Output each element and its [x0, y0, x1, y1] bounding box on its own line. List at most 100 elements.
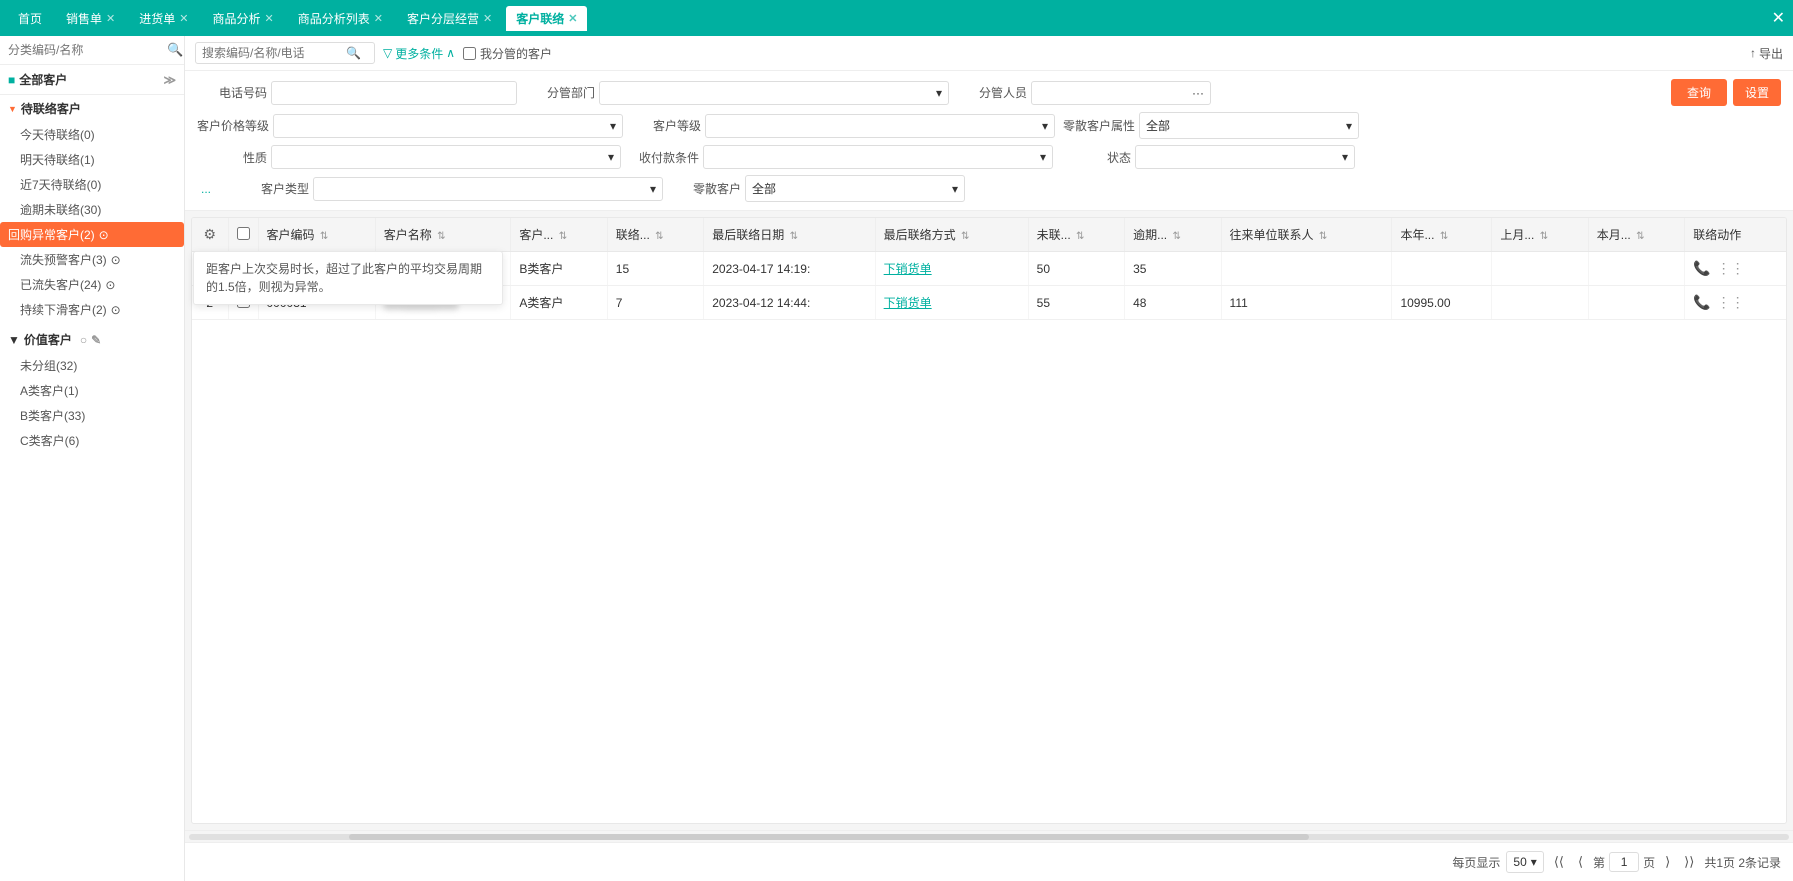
sidebar-pending-group-title[interactable]: ▼ 待联络客户	[0, 95, 184, 122]
search-input[interactable]	[202, 46, 342, 60]
nav-tab-customer-mgmt[interactable]: 客户分层经营 ✕	[397, 6, 502, 31]
filter-row-1: 电话号码 分管部门 分管人员 ···	[197, 79, 1781, 106]
page-first-btn[interactable]: ⟨⟨	[1550, 852, 1568, 872]
status-chevron-icon	[1342, 150, 1348, 164]
nav-tab-analysis-list[interactable]: 商品分析列表 ✕	[288, 6, 393, 31]
nav-tab-customer-mgmt-close[interactable]: ✕	[483, 12, 492, 25]
th-last-month-sort[interactable]: ⇅	[1540, 231, 1548, 242]
th-code-sort[interactable]: ⇅	[320, 231, 328, 242]
page-suffix: 页	[1643, 854, 1655, 871]
horizontal-scrollbar[interactable]	[185, 830, 1793, 842]
sidebar-item-today[interactable]: 今天待联络(0)	[0, 122, 184, 147]
sidebar-item-ungrouped[interactable]: 未分组(32)	[0, 353, 184, 378]
filter-customer-level-label: 客户等级	[631, 117, 701, 134]
nav-tab-analysis-close[interactable]: ✕	[265, 12, 274, 25]
select-all-checkbox[interactable]	[237, 227, 250, 240]
table-settings-icon[interactable]: ⚙	[203, 226, 216, 242]
th-type-label: 客户...	[519, 228, 553, 242]
sidebar-item-repurchase[interactable]: 回购异常客户(2) ⊙	[0, 222, 184, 247]
sidebar-value-edit-icon[interactable]: ○	[80, 333, 87, 347]
filter-retail-attr-select[interactable]: 全部	[1139, 112, 1359, 139]
scrollbar-thumb[interactable]	[349, 834, 1309, 840]
sidebar-item-class-b[interactable]: B类客户(33)	[0, 403, 184, 428]
sidebar-item-loss-warning[interactable]: 流失预警客户(3) ⊙	[0, 247, 184, 272]
sidebar-search-icon[interactable]: 🔍	[167, 42, 183, 58]
sidebar-collapse-icon[interactable]: ≫	[163, 73, 176, 87]
filter-retail-customer-select[interactable]: 全部	[745, 175, 965, 202]
filter-customer-level-select[interactable]	[705, 114, 1055, 138]
action-call-icon-1[interactable]: 📞	[1693, 260, 1710, 277]
th-last-method: 最后联络方式 ⇅	[875, 218, 1028, 252]
cell-last-method-1-link[interactable]: 下销货单	[884, 262, 932, 276]
th-this-month-sort[interactable]: ⇅	[1636, 231, 1644, 242]
settings-btn[interactable]: 设置	[1733, 79, 1781, 106]
filter-customer-level: 客户等级	[631, 114, 1055, 138]
filter-status-select[interactable]	[1135, 145, 1355, 169]
page-last-btn[interactable]: ⟩⟩	[1680, 852, 1698, 872]
filter-manager-select[interactable]: ···	[1031, 81, 1211, 105]
sidebar-item-7days[interactable]: 近7天待联络(0)	[0, 172, 184, 197]
page-next-btn[interactable]: ⟩	[1661, 852, 1674, 872]
nav-tab-analysis[interactable]: 商品分析 ✕	[202, 6, 283, 31]
sidebar-item-tomorrow[interactable]: 明天待联络(1)	[0, 147, 184, 172]
sidebar-item-class-c[interactable]: C类客户(6)	[0, 428, 184, 453]
filter-dept: 分管部门	[525, 81, 949, 105]
sidebar-all-customers-label: 全部客户	[19, 71, 67, 88]
th-contact-person-sort[interactable]: ⇅	[1319, 231, 1327, 242]
my-customers-checkbox[interactable]	[463, 47, 476, 60]
sidebar-value-group-title[interactable]: ▼ 价值客户 ○ ✎	[0, 326, 184, 353]
nav-tab-sales-close[interactable]: ✕	[106, 12, 115, 25]
sidebar-item-declining[interactable]: 持续下滑客户(2) ⊙	[0, 297, 184, 322]
per-page-select[interactable]: 50	[1506, 851, 1543, 873]
table-area: ⚙ 客户编码 ⇅ 客户名称 ⇅	[191, 217, 1787, 824]
page-input[interactable]	[1609, 852, 1639, 872]
th-contact-sort[interactable]: ⇅	[655, 231, 663, 242]
th-last-date-sort[interactable]: ⇅	[790, 231, 798, 242]
sidebar-item-overdue[interactable]: 逾期未联络(30)	[0, 197, 184, 222]
nav-tab-purchase-close[interactable]: ✕	[179, 12, 188, 25]
action-more-icon-1[interactable]: ⋮⋮	[1717, 260, 1745, 277]
nav-tab-purchase[interactable]: 进货单 ✕	[129, 6, 198, 31]
sidebar-value-add-icon[interactable]: ✎	[91, 333, 101, 347]
th-code-label: 客户编码	[267, 228, 315, 242]
filter-customer-type-label: 客户类型	[239, 180, 309, 197]
filter-payment-select[interactable]	[703, 145, 1053, 169]
cell-last-method-2-link[interactable]: 下销货单	[884, 296, 932, 310]
filter-more-btn[interactable]: ...	[201, 182, 211, 196]
sidebar-item-class-a[interactable]: A类客户(1)	[0, 378, 184, 403]
th-overdue-label: 逾期...	[1133, 228, 1167, 242]
window-close-icon[interactable]: ✕	[1772, 8, 1785, 28]
sidebar-search-input[interactable]	[8, 43, 163, 57]
payment-chevron-icon	[1040, 150, 1046, 164]
search-icon[interactable]: 🔍	[346, 46, 361, 60]
th-name-sort[interactable]: ⇅	[437, 231, 445, 242]
nav-tab-analysis-list-close[interactable]: ✕	[374, 12, 383, 25]
nav-tab-customer-contact-close[interactable]: ✕	[568, 12, 577, 25]
filter-price-level-select[interactable]	[273, 114, 623, 138]
filter-phone-input[interactable]	[271, 81, 517, 105]
th-type-sort[interactable]: ⇅	[559, 231, 567, 242]
export-btn[interactable]: ↑ 导出	[1750, 45, 1783, 62]
filter-gender-select[interactable]	[271, 145, 621, 169]
sidebar-item-lost[interactable]: 已流失客户(24) ⊙	[0, 272, 184, 297]
nav-tab-home[interactable]: 首页	[8, 6, 52, 31]
th-this-year-sort[interactable]: ⇅	[1440, 231, 1448, 242]
th-last-method-sort[interactable]: ⇅	[961, 231, 969, 242]
nav-tab-customer-contact[interactable]: 客户联络 ✕	[506, 6, 587, 31]
action-more-icon-2[interactable]: ⋮⋮	[1717, 294, 1745, 311]
query-btn[interactable]: 查询	[1671, 79, 1727, 106]
th-overdue-sort[interactable]: ⇅	[1172, 231, 1180, 242]
nav-tab-sales[interactable]: 销售单 ✕	[56, 6, 125, 31]
th-this-year: 本年... ⇅	[1392, 218, 1492, 252]
sidebar-item-class-b-label: B类客户(33)	[20, 407, 85, 424]
filter-customer-type-select[interactable]	[313, 177, 663, 201]
more-conditions-btn[interactable]: ▽ 更多条件 ∧	[383, 45, 455, 62]
th-pending: 未联... ⇅	[1028, 218, 1124, 252]
sidebar-item-repurchase-label: 回购异常客户(2)	[8, 226, 95, 243]
action-call-icon-2[interactable]: 📞	[1693, 294, 1710, 311]
th-pending-sort[interactable]: ⇅	[1076, 231, 1084, 242]
sidebar-all-customers[interactable]: ■ 全部客户 ≫	[0, 65, 184, 95]
sidebar-value-group-label: 价值客户	[24, 331, 72, 348]
page-prev-btn[interactable]: ⟨	[1574, 852, 1587, 872]
filter-dept-select[interactable]	[599, 81, 949, 105]
